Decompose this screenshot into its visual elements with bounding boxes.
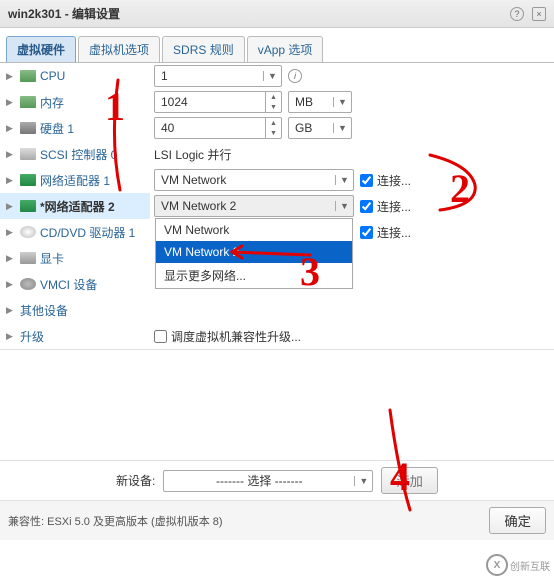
hw-upgrade[interactable]: ▶升级 — [0, 323, 150, 349]
newdev-label: 新设备: — [116, 472, 155, 489]
spinner-icon[interactable]: ▲▼ — [265, 118, 281, 138]
dropdown-item[interactable]: 显示更多网络... — [156, 263, 352, 288]
hw-net-1[interactable]: ▶网络适配器 1 — [0, 167, 150, 193]
hw-net-2[interactable]: ▶*网络适配器 2 — [0, 193, 150, 219]
net2-connect-checkbox[interactable]: 连接... — [360, 198, 411, 215]
spinner-icon[interactable]: ▲▼ — [265, 92, 281, 112]
upgrade-checkbox[interactable]: 调度虚拟机兼容性升级... — [154, 328, 301, 345]
memory-input[interactable]: 1024▲▼ — [154, 91, 282, 113]
scsi-text: LSI Logic 并行 — [154, 146, 231, 163]
expand-icon[interactable]: ▶ — [6, 305, 16, 316]
expand-icon[interactable]: ▶ — [6, 123, 16, 134]
hw-cddvd-1[interactable]: ▶CD/DVD 驱动器 1 — [0, 219, 150, 245]
tab-vapp-options[interactable]: vApp 选项 — [247, 36, 324, 62]
tabs: 虚拟硬件 虚拟机选项 SDRS 规则 vApp 选项 — [0, 28, 554, 63]
disk-input[interactable]: 40▲▼ — [154, 117, 282, 139]
vmci-icon — [20, 278, 36, 290]
disk-unit-select[interactable]: GB▼ — [288, 117, 352, 139]
tab-vm-options[interactable]: 虚拟机选项 — [78, 36, 160, 62]
net1-connect-checkbox[interactable]: 连接... — [360, 172, 411, 189]
expand-icon[interactable]: ▶ — [6, 97, 16, 108]
tab-sdrs-rules[interactable]: SDRS 规则 — [162, 36, 245, 62]
expand-icon[interactable]: ▶ — [6, 331, 16, 342]
add-button[interactable]: 添加 — [381, 467, 438, 494]
network-icon — [20, 174, 36, 186]
dropdown-item-selected[interactable]: VM Network 2 — [156, 241, 352, 263]
expand-icon[interactable]: ▶ — [6, 71, 16, 82]
cd-connect-checkbox[interactable]: 连接... — [360, 224, 411, 241]
cpu-select[interactable]: 1▼ — [154, 65, 282, 87]
help-icon[interactable]: ? — [510, 7, 524, 21]
chevron-down-icon: ▼ — [335, 201, 353, 211]
chevron-down-icon: ▼ — [263, 71, 281, 81]
cpu-icon — [20, 70, 36, 82]
network-icon — [20, 200, 36, 212]
compat-text: 兼容性: ESXi 5.0 及更高版本 (虚拟机版本 8) — [8, 513, 223, 529]
newdev-select[interactable]: ------- 选择 -------▼ — [163, 470, 373, 492]
hw-scsi-0[interactable]: ▶SCSI 控制器 0 — [0, 141, 150, 167]
net2-dropdown-list: VM Network VM Network 2 显示更多网络... — [155, 218, 353, 289]
info-icon[interactable]: i — [288, 69, 302, 83]
dropdown-item[interactable]: VM Network — [156, 219, 352, 241]
expand-icon[interactable]: ▶ — [6, 227, 16, 238]
close-icon[interactable]: × — [532, 7, 546, 21]
video-icon — [20, 252, 36, 264]
memory-icon — [20, 96, 36, 108]
hardware-list: ▶CPU ▶内存 ▶硬盘 1 ▶SCSI 控制器 0 ▶网络适配器 1 ▶*网络… — [0, 63, 150, 349]
net1-select[interactable]: VM Network▼ — [154, 169, 354, 191]
hw-vmci[interactable]: ▶VMCI 设备 — [0, 271, 150, 297]
chevron-down-icon: ▼ — [354, 476, 372, 486]
hw-disk-1[interactable]: ▶硬盘 1 — [0, 115, 150, 141]
expand-icon[interactable]: ▶ — [6, 201, 16, 212]
cd-icon — [20, 226, 36, 238]
hw-other[interactable]: ▶其他设备 — [0, 297, 150, 323]
chevron-down-icon: ▼ — [335, 175, 353, 185]
hw-video[interactable]: ▶显卡 — [0, 245, 150, 271]
hw-cpu[interactable]: ▶CPU — [0, 63, 150, 89]
hardware-details: 1▼ i 1024▲▼ MB▼ 40▲▼ GB▼ LSI Logic 并行 VM… — [150, 63, 554, 349]
expand-icon[interactable]: ▶ — [6, 149, 16, 160]
net2-select[interactable]: VM Network 2▼ VM Network VM Network 2 显示… — [154, 195, 354, 217]
memory-unit-select[interactable]: MB▼ — [288, 91, 352, 113]
hw-memory[interactable]: ▶内存 — [0, 89, 150, 115]
disk-icon — [20, 122, 36, 134]
watermark: X创新互联 — [486, 554, 550, 576]
tab-virtual-hardware[interactable]: 虚拟硬件 — [6, 36, 76, 62]
chevron-down-icon: ▼ — [333, 97, 351, 107]
expand-icon[interactable]: ▶ — [6, 253, 16, 264]
scsi-icon — [20, 148, 36, 160]
ok-button[interactable]: 确定 — [489, 507, 546, 534]
chevron-down-icon: ▼ — [333, 123, 351, 133]
window-title: win2k301 - 编辑设置 — [8, 5, 120, 22]
expand-icon[interactable]: ▶ — [6, 279, 16, 290]
expand-icon[interactable]: ▶ — [6, 175, 16, 186]
